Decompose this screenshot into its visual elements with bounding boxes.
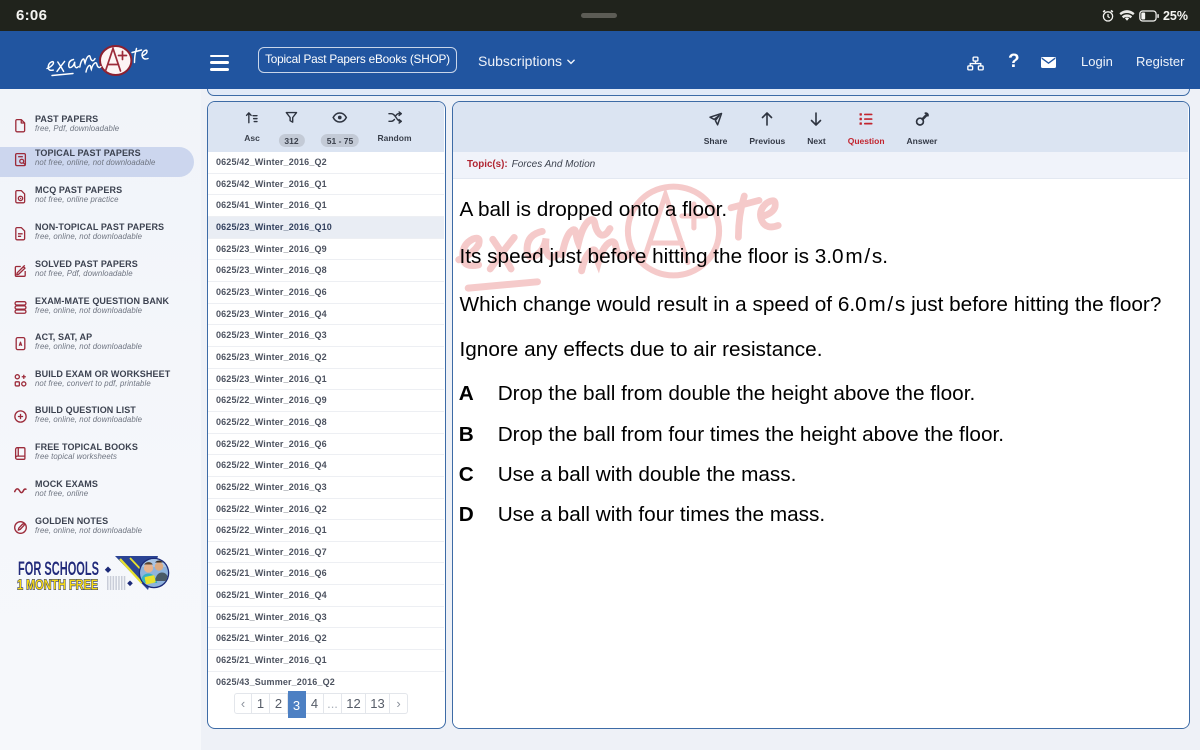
svg-text:1 MONTH FREE: 1 MONTH FREE xyxy=(17,578,98,594)
